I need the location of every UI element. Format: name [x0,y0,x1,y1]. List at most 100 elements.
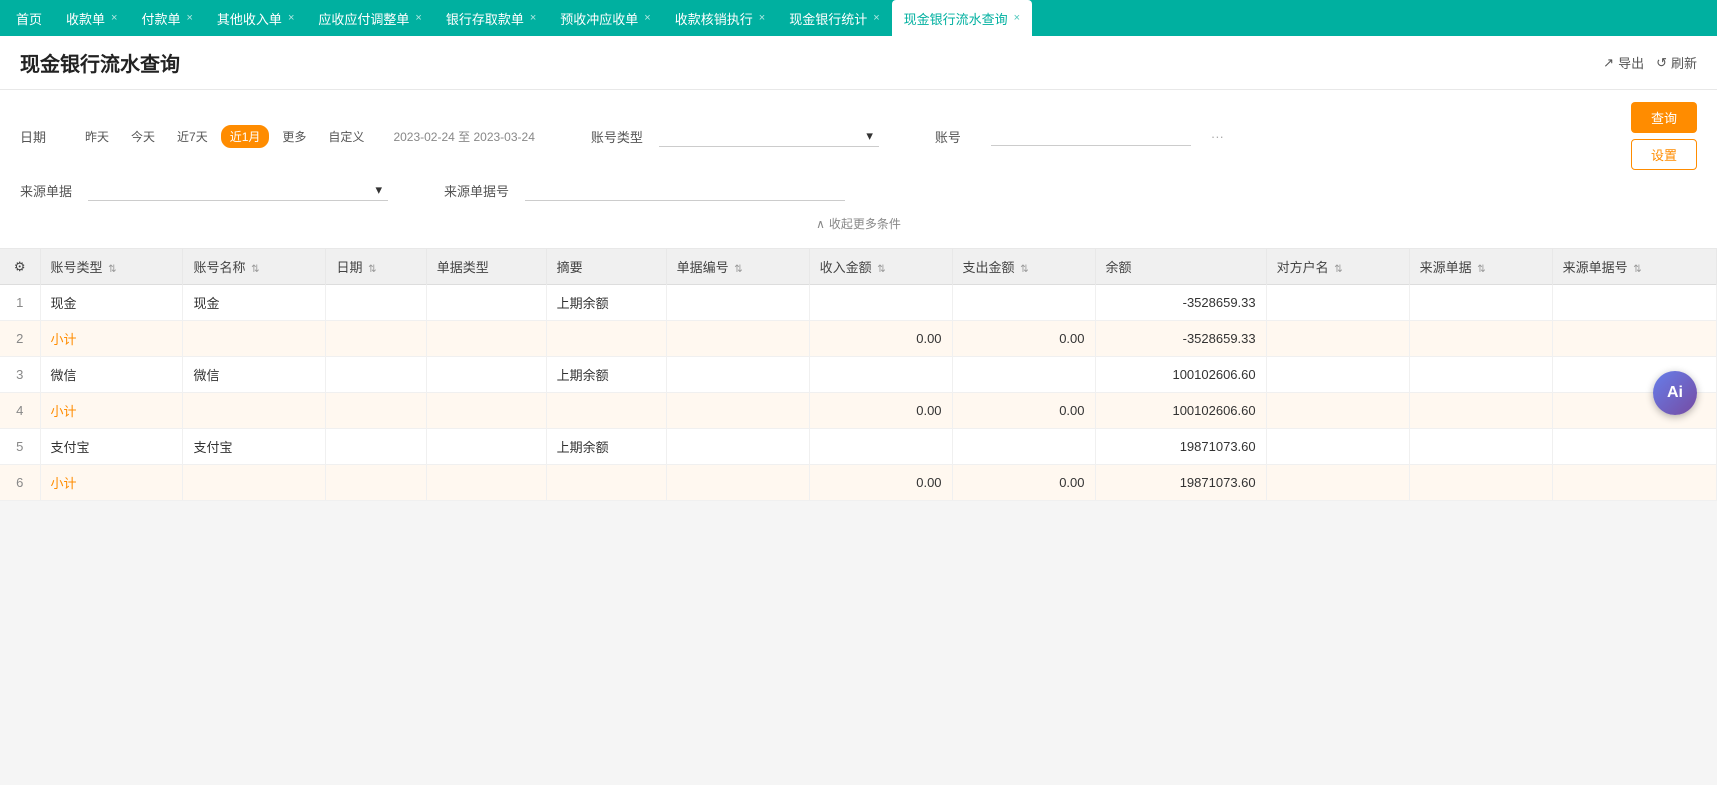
cell-expense: 0.00 [952,393,1095,429]
cell-source-doc [1409,429,1552,465]
filter-right-actions: 查询 设置 [1631,102,1697,170]
table-row[interactable]: 2小计0.000.00-3528659.33 [0,321,1717,357]
column-source-doc[interactable]: 来源单据 ⇅ [1409,249,1552,285]
column-source-doc-no[interactable]: 来源单据号 ⇅ [1552,249,1716,285]
account-type-select[interactable]: ▾ [659,126,879,147]
nav-tab-fukuan-label: 付款单 [141,9,180,28]
table-row[interactable]: 1现金现金上期余额-3528659.33 [0,285,1717,321]
column-income[interactable]: 收入金额 ⇅ [809,249,952,285]
nav-tab-yushouchong-label: 预收冲应收单 [560,9,638,28]
export-icon: ↗ [1603,55,1614,71]
close-icon[interactable]: × [1014,12,1020,24]
table-row[interactable]: 5支付宝支付宝上期余额19871073.60 [0,429,1717,465]
date-btn-today[interactable]: 今天 [122,125,164,148]
close-icon[interactable]: × [415,12,421,24]
date-btn-1month[interactable]: 近1月 [221,125,270,148]
cell-doc-no [666,393,809,429]
cell-balance: 100102606.60 [1095,357,1266,393]
query-button[interactable]: 查询 [1631,102,1697,133]
cell-summary: 上期余额 [546,285,666,321]
nav-tab-yinhangcunqu-label: 银行存取款单 [446,9,524,28]
column-date[interactable]: 日期 ⇅ [326,249,426,285]
top-navigation: 首页 收款单 × 付款单 × 其他收入单 × 应收应付调整单 × 银行存取款单 … [0,0,1717,36]
close-icon[interactable]: × [530,12,536,24]
table-row[interactable]: 3微信微信上期余额100102606.60 [0,357,1717,393]
column-account-name-label: 账号名称 [193,260,245,275]
cell-doc-no [666,429,809,465]
column-expense[interactable]: 支出金额 ⇅ [952,249,1095,285]
nav-tab-qitashouru-label: 其他收入单 [217,9,282,28]
date-btn-yesterday[interactable]: 昨天 [76,125,118,148]
chevron-down-icon: ▾ [866,128,873,144]
filter-area: 日期 昨天 今天 近7天 近1月 更多 自定义 2023-02-24 至 202… [0,90,1717,249]
table-row[interactable]: 4小计0.000.00100102606.60 [0,393,1717,429]
column-balance[interactable]: 余额 [1095,249,1266,285]
nav-tab-shoukuanhexiao[interactable]: 收款核销执行 × [663,0,777,36]
cell-source-doc-no [1552,285,1716,321]
account-type-label: 账号类型 [591,127,643,146]
collapse-button[interactable]: ∧ 收起更多条件 [20,211,1697,236]
table-row[interactable]: 6小计0.000.0019871073.60 [0,465,1717,501]
nav-tab-yushouchong[interactable]: 预收冲应收单 × [548,0,662,36]
close-icon[interactable]: × [759,12,765,24]
source-doc-no-input[interactable] [525,181,845,201]
date-btn-custom[interactable]: 自定义 [319,125,373,148]
nav-tab-yingshouyingfu[interactable]: 应收应付调整单 × [306,0,433,36]
nav-tab-liushui[interactable]: 现金银行流水查询 × [892,0,1032,36]
nav-tab-yinhangcunqu[interactable]: 银行存取款单 × [434,0,548,36]
nav-tab-qitashouru[interactable]: 其他收入单 × [205,0,306,36]
cell-income: 0.00 [809,393,952,429]
cell-income: 0.00 [809,321,952,357]
source-doc-select[interactable]: ▾ [88,180,388,201]
date-btn-7days[interactable]: 近7天 [168,125,217,148]
sort-icon: ⇅ [368,264,376,275]
close-icon[interactable]: × [111,12,117,24]
settings-button[interactable]: 设置 [1631,139,1697,170]
cell-account-name: 现金 [183,285,326,321]
nav-tab-home[interactable]: 首页 [4,0,54,36]
close-icon[interactable]: × [186,12,192,24]
cell-source-doc [1409,465,1552,501]
cell-date [326,393,426,429]
close-icon[interactable]: × [644,12,650,24]
cell-date [326,429,426,465]
cell-doc-type [426,465,546,501]
refresh-icon: ↺ [1656,55,1667,71]
sort-icon: ⇅ [734,264,742,275]
close-icon[interactable]: × [288,12,294,24]
column-doc-type[interactable]: 单据类型 [426,249,546,285]
date-range: 2023-02-24 至 2023-03-24 [393,128,534,145]
column-account-name[interactable]: 账号名称 ⇅ [183,249,326,285]
cell-doc-no [666,357,809,393]
cell-balance: 19871073.60 [1095,429,1266,465]
cell-doc-type [426,393,546,429]
column-account-type[interactable]: 账号类型 ⇅ [40,249,183,285]
nav-tab-xianjinyinhang[interactable]: 现金银行统计 × [777,0,891,36]
cell-doc-type [426,321,546,357]
sort-icon: ⇅ [1633,264,1641,275]
nav-tab-shoukuan[interactable]: 收款单 × [54,0,129,36]
dots-icon[interactable]: ··· [1207,129,1228,144]
date-btn-more[interactable]: 更多 [273,125,315,148]
ai-assistant-button[interactable]: Ai [1653,371,1697,415]
header-actions: ↗ 导出 ↺ 刷新 [1603,53,1697,72]
account-input[interactable] [991,126,1191,146]
export-button[interactable]: ↗ 导出 [1603,53,1644,72]
source-doc-no-label: 来源单据号 [444,181,509,200]
column-counterpart[interactable]: 对方户名 ⇅ [1266,249,1409,285]
refresh-button[interactable]: ↺ 刷新 [1656,53,1697,72]
nav-tab-yingshouyingfu-label: 应收应付调整单 [318,9,409,28]
nav-tab-fukuan[interactable]: 付款单 × [129,0,204,36]
collapse-label: 收起更多条件 [829,215,901,232]
cell-expense: 0.00 [952,465,1095,501]
column-summary[interactable]: 摘要 [546,249,666,285]
close-icon[interactable]: × [873,12,879,24]
cell-income [809,285,952,321]
column-doc-no[interactable]: 单据编号 ⇅ [666,249,809,285]
cell-source-doc [1409,285,1552,321]
column-gear[interactable]: ⚙ [0,249,40,285]
cell-account-type: 微信 [40,357,183,393]
nav-tab-shoukuan-label: 收款单 [66,9,105,28]
column-counterpart-label: 对方户名 [1277,260,1329,275]
cell-date [326,321,426,357]
